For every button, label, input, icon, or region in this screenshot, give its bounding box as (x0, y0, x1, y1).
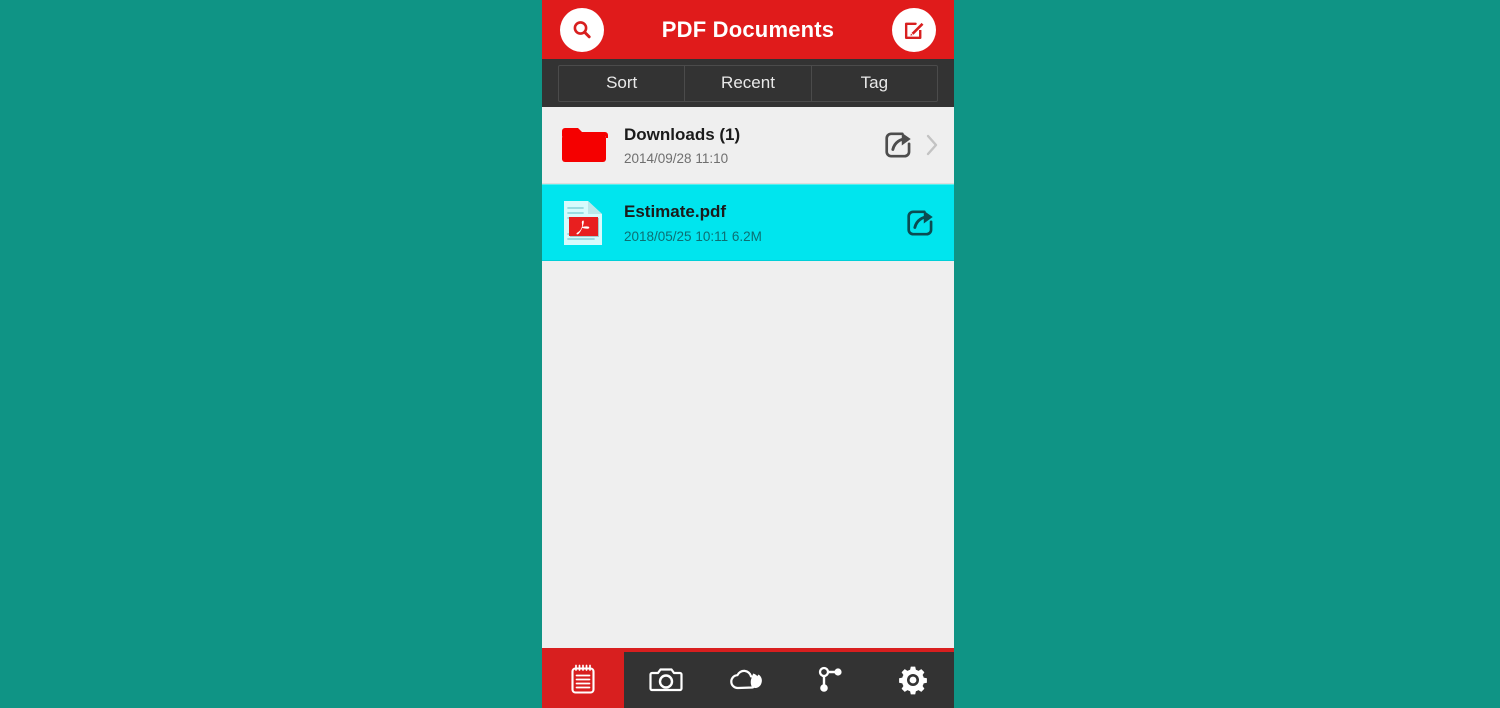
filter-bar: Sort Recent Tag (542, 59, 954, 107)
segment-sort-label: Sort (606, 73, 638, 92)
tab-cloud[interactable] (707, 652, 789, 708)
segmented-control: Sort Recent Tag (558, 64, 938, 102)
search-button[interactable] (560, 7, 604, 52)
chevron-right-icon (924, 132, 940, 158)
segment-sort[interactable]: Sort (559, 65, 686, 101)
segment-tag[interactable]: Tag (812, 66, 937, 101)
compose-edit-icon (904, 22, 923, 40)
file-name: Estimate.pdf (624, 202, 727, 222)
list-item[interactable]: Estimate.pdf 2018/05/25 10:11 6.2M (542, 184, 954, 261)
row-text-block: Estimate.pdf 2018/05/25 10:11 6.2M (614, 201, 902, 243)
app-header: PDF Documents (542, 0, 954, 59)
share-icon (907, 209, 933, 236)
app-window: PDF Documents Sort Recent Tag Downloads … (542, 0, 954, 708)
pdf-file-icon (564, 200, 602, 245)
search-icon (573, 20, 591, 38)
file-name: Downloads (1) (624, 124, 741, 144)
folder-icon (562, 128, 608, 162)
compose-button[interactable] (892, 7, 936, 52)
camera-icon (649, 668, 683, 692)
tab-notepad[interactable] (542, 652, 625, 708)
row-thumbnail (560, 125, 614, 165)
cloud-leaf-icon (730, 669, 762, 690)
share-button[interactable] (880, 126, 918, 164)
list-item[interactable]: Downloads (1) 2014/09/28 11:10 (542, 107, 954, 184)
notepad-icon (571, 664, 595, 694)
segment-tag-label: Tag (860, 73, 889, 92)
share-icon (885, 132, 911, 158)
segment-recent-label: Recent (721, 73, 775, 92)
file-meta: 2014/09/28 11:10 (624, 151, 729, 167)
row-actions (902, 204, 940, 242)
bottom-toolbar (542, 652, 954, 708)
tab-camera[interactable] (624, 652, 706, 708)
tab-branch[interactable] (789, 652, 871, 708)
share-button[interactable] (902, 204, 940, 242)
file-list: Downloads (1) 2014/09/28 11:10 Estimate.… (542, 107, 954, 648)
tab-settings[interactable] (872, 652, 954, 708)
row-thumbnail (560, 198, 614, 248)
row-text-block: Downloads (1) 2014/09/28 11:10 (614, 124, 880, 166)
row-actions (880, 126, 940, 164)
file-meta: 2018/05/25 10:11 6.2M (624, 228, 762, 244)
branch-node-icon (819, 666, 843, 692)
segment-recent[interactable]: Recent (685, 65, 812, 101)
gear-icon (898, 666, 927, 695)
